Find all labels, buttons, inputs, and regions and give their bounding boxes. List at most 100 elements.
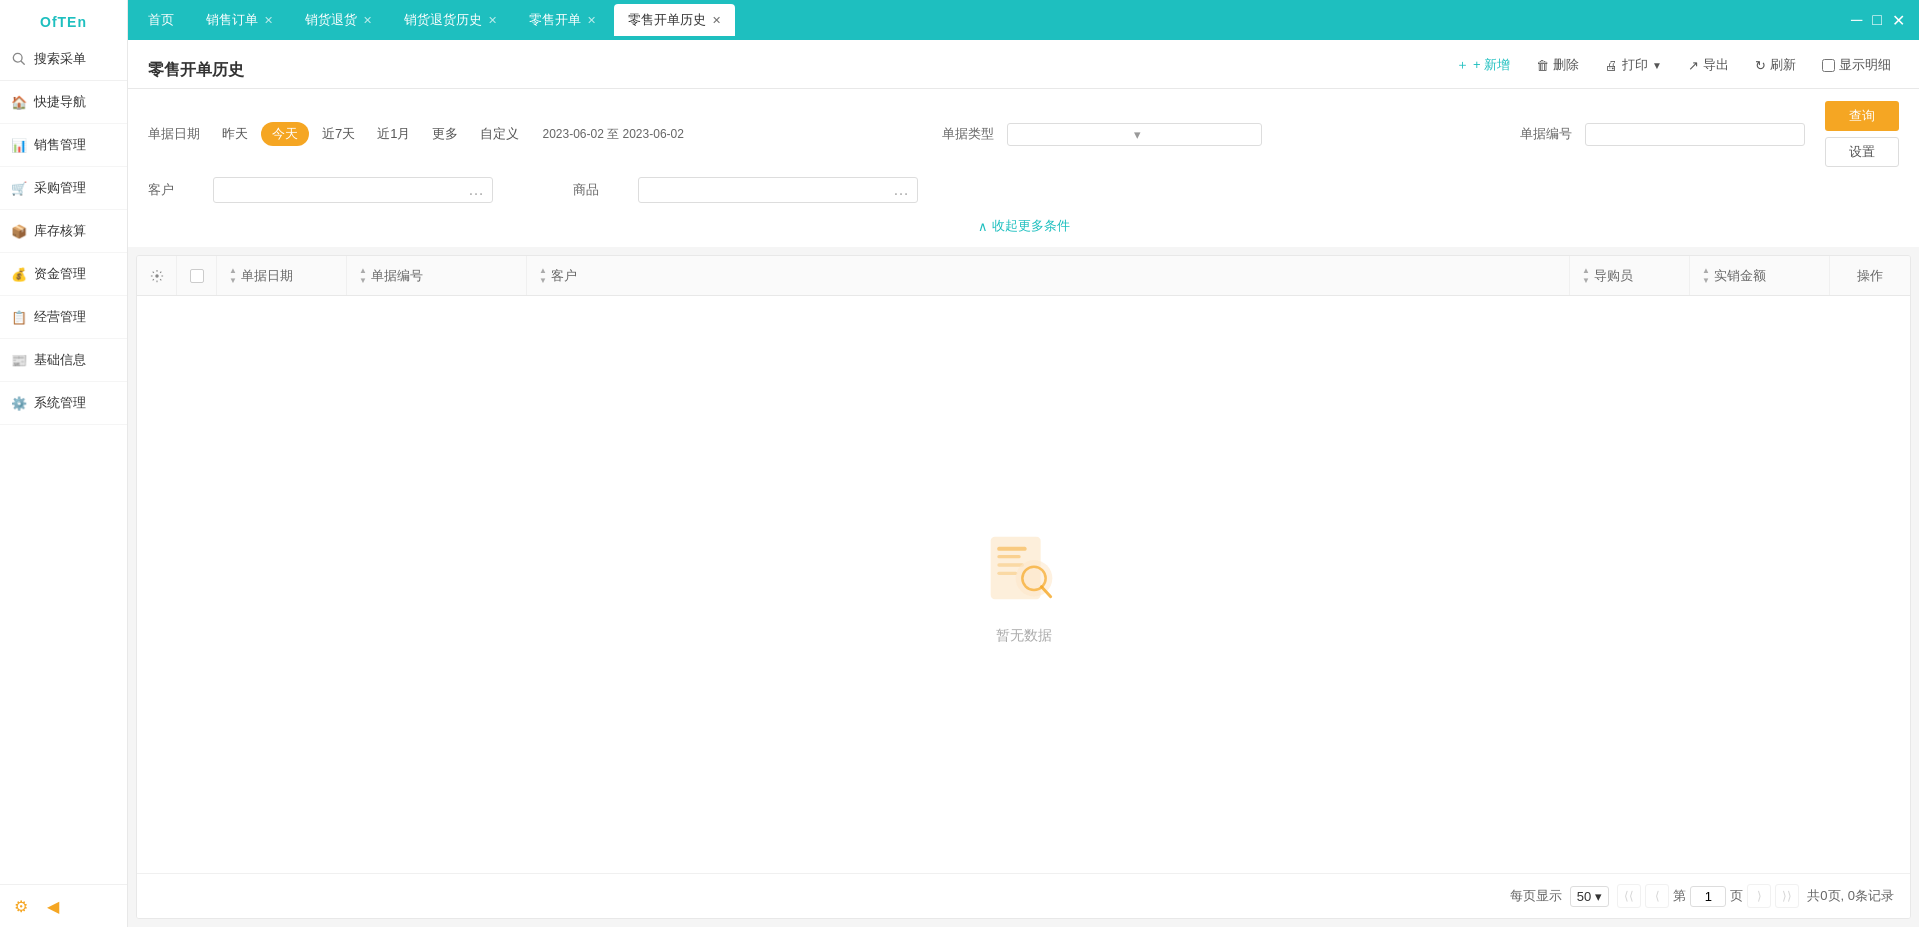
prev-page-button[interactable]: ⟨ bbox=[1645, 884, 1669, 908]
tab-home[interactable]: 首页 bbox=[134, 4, 188, 36]
search-icon bbox=[10, 50, 28, 68]
window-close-icon[interactable]: ✕ bbox=[1892, 11, 1905, 30]
goods-input-wrap: … bbox=[638, 177, 918, 203]
date-btn-more[interactable]: 更多 bbox=[423, 122, 467, 146]
tab-close-retail-history[interactable]: ✕ bbox=[712, 14, 721, 27]
sidebar-search-label: 搜索采单 bbox=[34, 50, 86, 68]
type-dropdown-icon: ▾ bbox=[1134, 127, 1253, 142]
empty-text: 暂无数据 bbox=[996, 627, 1052, 645]
customer-input[interactable] bbox=[222, 183, 468, 198]
date-btn-today[interactable]: 今天 bbox=[261, 122, 309, 146]
sidebar-label-purchase-mgmt: 采购管理 bbox=[34, 179, 86, 197]
sidebar-item-ops-mgmt[interactable]: 📋经营管理 bbox=[0, 296, 127, 339]
amount-sort[interactable]: ▲▼ bbox=[1702, 266, 1710, 285]
print-button[interactable]: 🖨 打印 ▼ bbox=[1597, 52, 1670, 78]
print-icon: 🖨 bbox=[1605, 58, 1618, 73]
page-suffix: 页 bbox=[1730, 887, 1743, 905]
tab-close-sales-return-history[interactable]: ✕ bbox=[488, 14, 497, 27]
page-size-label: 每页显示 bbox=[1510, 887, 1562, 905]
guide-sort[interactable]: ▲▼ bbox=[1582, 266, 1590, 285]
th-check bbox=[177, 256, 217, 295]
next-page-button[interactable]: ⟩ bbox=[1747, 884, 1771, 908]
display-detail-checkbox[interactable] bbox=[1822, 59, 1835, 72]
window-minimize-icon[interactable]: ─ bbox=[1851, 11, 1862, 29]
customer-sort[interactable]: ▲▼ bbox=[539, 266, 547, 285]
delete-button[interactable]: 🗑 删除 bbox=[1528, 52, 1587, 78]
table-area: ▲▼ 单据日期 ▲▼ 单据编号 ▲▼ 客户 ▲▼ 导购员 ▲▼ 实销金额 bbox=[136, 255, 1911, 919]
num-sort[interactable]: ▲▼ bbox=[359, 266, 367, 285]
content-area: 零售开单历史 ＋ + 新增 🗑 删除 🖨 打印 ▼ ↗ 导出 bbox=[128, 40, 1919, 927]
tab-retail-history[interactable]: 零售开单历史✕ bbox=[614, 4, 735, 36]
tab-sales-order[interactable]: 销售订单✕ bbox=[192, 4, 287, 36]
first-page-button[interactable]: ⟨⟨ bbox=[1617, 884, 1641, 908]
sidebar-item-base-info[interactable]: 📰基础信息 bbox=[0, 339, 127, 382]
page-input[interactable] bbox=[1690, 886, 1726, 907]
num-input[interactable] bbox=[1594, 127, 1796, 142]
print-dropdown-icon: ▼ bbox=[1652, 60, 1662, 71]
page-size-select[interactable]: 50 ▾ bbox=[1570, 886, 1609, 907]
collapse-arrow-icon[interactable]: ◀ bbox=[42, 895, 64, 917]
empty-state: 暂无数据 bbox=[137, 296, 1910, 873]
tab-retail-open[interactable]: 零售开单✕ bbox=[515, 4, 610, 36]
goods-ellipsis-icon[interactable]: … bbox=[893, 181, 909, 199]
sidebar-search[interactable]: 搜索采单 bbox=[0, 38, 127, 81]
sys-mgmt-icon: ⚙️ bbox=[10, 394, 28, 412]
date-filters: 昨天今天近7天近1月更多自定义 bbox=[213, 122, 528, 146]
select-all-checkbox[interactable] bbox=[190, 269, 204, 283]
add-button[interactable]: ＋ + 新增 bbox=[1448, 52, 1518, 78]
tab-close-sales-return[interactable]: ✕ bbox=[363, 14, 372, 27]
th-customer: ▲▼ 客户 bbox=[527, 256, 1570, 295]
purchase-mgmt-icon: 🛒 bbox=[10, 179, 28, 197]
num-input-wrap bbox=[1585, 123, 1805, 146]
sidebar-item-sys-mgmt[interactable]: ⚙️系统管理 bbox=[0, 382, 127, 425]
type-select[interactable]: ▾ bbox=[1007, 123, 1263, 146]
window-maximize-icon[interactable]: □ bbox=[1872, 11, 1882, 29]
toolbar: ＋ + 新增 🗑 删除 🖨 打印 ▼ ↗ 导出 ↻ bbox=[1448, 52, 1899, 88]
sidebar-item-sales-mgmt[interactable]: 📊 销售管理 bbox=[0, 124, 127, 167]
table-header: ▲▼ 单据日期 ▲▼ 单据编号 ▲▼ 客户 ▲▼ 导购员 ▲▼ 实销金额 bbox=[137, 256, 1910, 296]
date-sort[interactable]: ▲▼ bbox=[229, 266, 237, 285]
date-btn-last7[interactable]: 近7天 bbox=[313, 122, 364, 146]
gear-icon[interactable]: ⚙ bbox=[10, 895, 32, 917]
refresh-button[interactable]: ↻ 刷新 bbox=[1747, 52, 1804, 78]
th-customer-label: 客户 bbox=[551, 267, 577, 285]
sidebar: OfTEn 搜索采单 🏠快捷导航 📊 销售管理 🛒 采购管理 📦库存核算💰资金管理📋经营管… bbox=[0, 0, 128, 927]
sidebar-label-finance: 资金管理 bbox=[34, 265, 86, 283]
sales-mgmt-icon: 📊 bbox=[10, 136, 28, 154]
sidebar-label-sales-mgmt: 销售管理 bbox=[34, 136, 86, 154]
main-area: 首页销售订单✕销货退货✕销货退货历史✕零售开单✕零售开单历史✕ ─ □ ✕ 零售… bbox=[128, 0, 1919, 927]
display-detail-button[interactable]: 显示明细 bbox=[1814, 52, 1899, 78]
pagination: 每页显示 50 ▾ ⟨⟨ ⟨ 第 页 ⟩ ⟩⟩ 共0页, 0条记录 bbox=[137, 873, 1910, 918]
tab-close-retail-open[interactable]: ✕ bbox=[587, 14, 596, 27]
tab-label-sales-return-history: 销货退货历史 bbox=[404, 11, 482, 29]
th-amount-label: 实销金额 bbox=[1714, 267, 1766, 285]
refresh-icon: ↻ bbox=[1755, 58, 1766, 73]
goods-input[interactable] bbox=[647, 183, 893, 198]
query-button[interactable]: 查询 bbox=[1825, 101, 1899, 131]
tab-sales-return[interactable]: 销货退货✕ bbox=[291, 4, 386, 36]
collapse-bar[interactable]: ∧ 收起更多条件 bbox=[148, 213, 1899, 235]
page-header: 零售开单历史 ＋ + 新增 🗑 删除 🖨 打印 ▼ ↗ 导出 bbox=[128, 40, 1919, 89]
th-settings[interactable] bbox=[137, 256, 177, 295]
date-btn-yesterday[interactable]: 昨天 bbox=[213, 122, 257, 146]
sidebar-item-purchase-mgmt[interactable]: 🛒 采购管理 bbox=[0, 167, 127, 210]
svg-rect-7 bbox=[997, 571, 1017, 574]
setting-button[interactable]: 设置 bbox=[1825, 137, 1899, 167]
sidebar-item-quick-nav[interactable]: 🏠快捷导航 bbox=[0, 81, 127, 124]
sidebar-bottom: ⚙ ◀ bbox=[0, 884, 127, 927]
collapse-label: 收起更多条件 bbox=[992, 217, 1070, 235]
customer-ellipsis-icon[interactable]: … bbox=[468, 181, 484, 199]
brand-logo: OfTEn bbox=[0, 0, 127, 38]
last-page-button[interactable]: ⟩⟩ bbox=[1775, 884, 1799, 908]
export-icon: ↗ bbox=[1688, 58, 1699, 73]
export-button[interactable]: ↗ 导出 bbox=[1680, 52, 1737, 78]
date-btn-last1m[interactable]: 近1月 bbox=[368, 122, 419, 146]
tab-label-home: 首页 bbox=[148, 11, 174, 29]
search-row-1: 单据日期 昨天今天近7天近1月更多自定义 2023-06-02 至 2023-0… bbox=[148, 101, 1899, 167]
th-op: 操作 bbox=[1830, 256, 1910, 295]
tab-close-sales-order[interactable]: ✕ bbox=[264, 14, 273, 27]
sidebar-item-inventory[interactable]: 📦库存核算 bbox=[0, 210, 127, 253]
sidebar-item-finance[interactable]: 💰资金管理 bbox=[0, 253, 127, 296]
date-btn-custom[interactable]: 自定义 bbox=[471, 122, 528, 146]
tab-sales-return-history[interactable]: 销货退货历史 ✕ bbox=[390, 4, 511, 36]
